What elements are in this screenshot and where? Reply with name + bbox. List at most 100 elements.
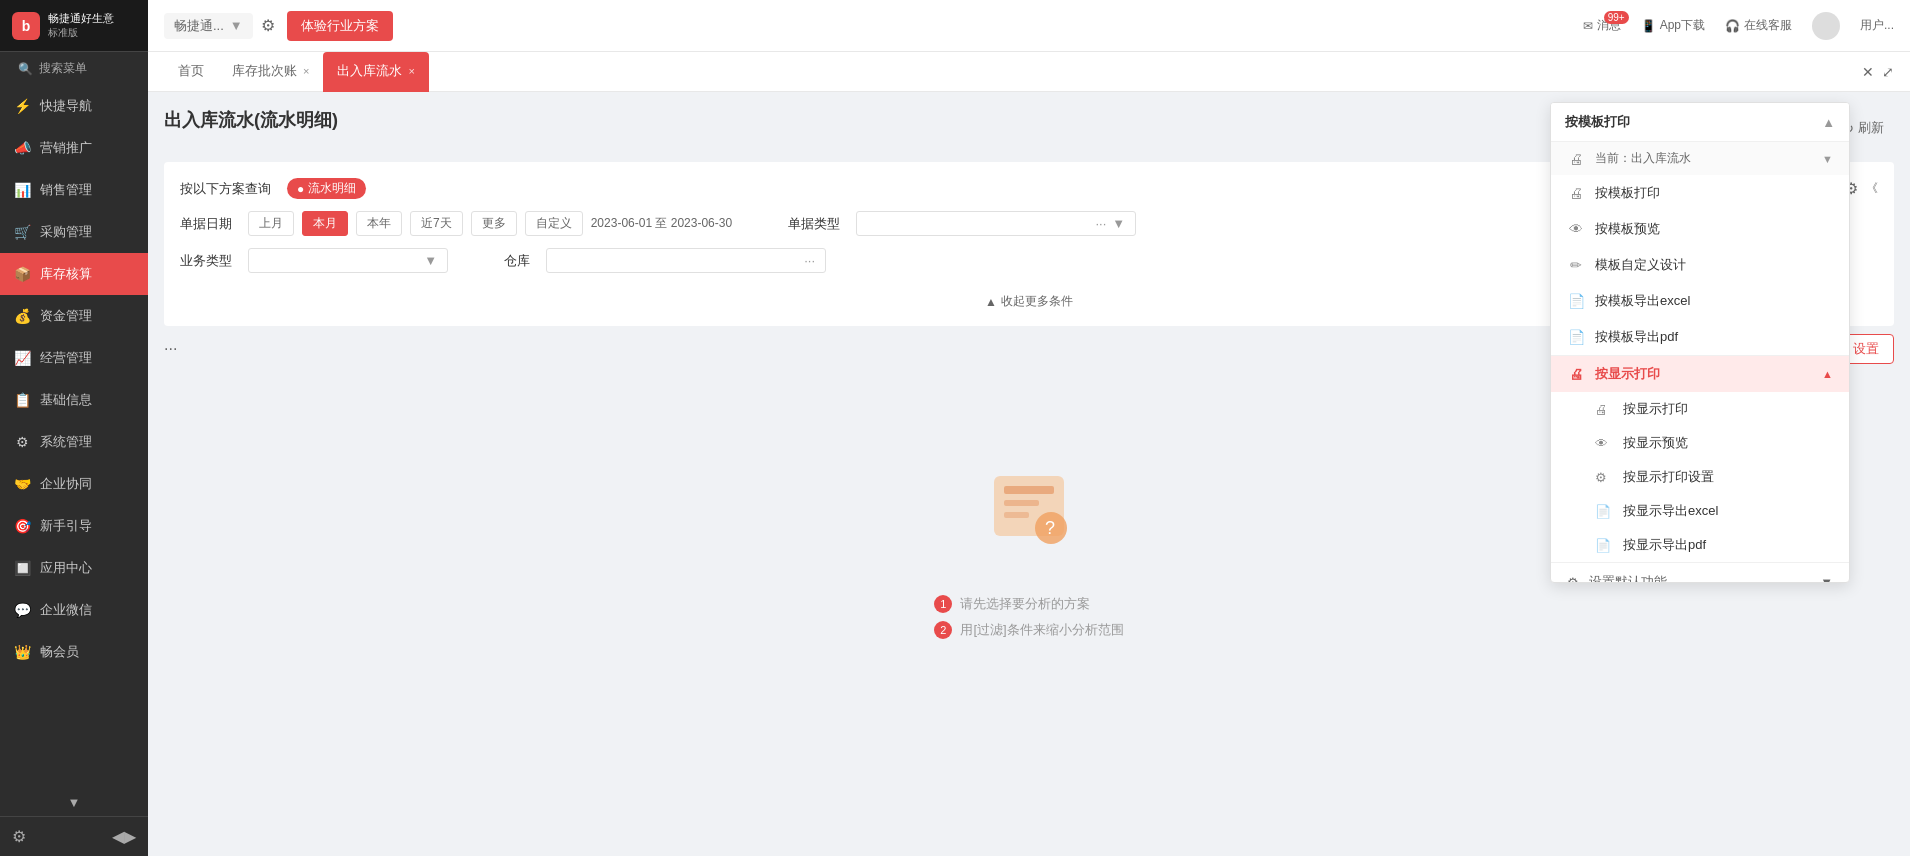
dropdown-default-function[interactable]: ⚙ 设置默认功能 ▼: [1551, 563, 1849, 582]
step-2-num: 2: [934, 621, 952, 639]
sidebar-item-vip[interactable]: 👑 畅会员: [0, 631, 148, 673]
business-type-field[interactable]: ▼: [248, 248, 448, 273]
sidebar-item-system[interactable]: ⚙ 系统管理: [0, 421, 148, 463]
dropdown-template-custom[interactable]: ✏ 模板自定义设计: [1551, 247, 1849, 283]
sales-icon: 📊: [12, 180, 32, 200]
page-title: 出入库流水(流水明细): [164, 108, 338, 132]
tab-maximize-icon[interactable]: ⤢: [1882, 64, 1894, 80]
tab-batch-account-close[interactable]: ×: [303, 65, 309, 77]
sidebar-item-marketing[interactable]: 📣 营销推广: [0, 127, 148, 169]
date-btn-this-year[interactable]: 本年: [356, 211, 402, 236]
dropdown-current-label: 当前：出入库流水: [1595, 150, 1691, 167]
sidebar-item-basic[interactable]: 📋 基础信息: [0, 379, 148, 421]
sidebar-item-quick-nav[interactable]: ⚡ 快捷导航: [0, 85, 148, 127]
sidebar-item-wechat[interactable]: 💬 企业微信: [0, 589, 148, 631]
dropdown-display-print-settings[interactable]: ⚙ 按显示打印设置: [1551, 460, 1849, 494]
current-item-arrow: ▼: [1822, 153, 1833, 165]
display-export-pdf-icon: 📄: [1595, 538, 1613, 553]
sidebar-scroll-down[interactable]: ▼: [0, 788, 148, 816]
step-2-label: 用[过滤]条件来缩小分析范围: [960, 617, 1123, 643]
tab-home[interactable]: 首页: [164, 52, 218, 92]
more-actions-dots[interactable]: ···: [164, 340, 177, 358]
tab-flow[interactable]: 出入库流水 ×: [323, 52, 428, 92]
sidebar-item-cooperation[interactable]: 🤝 企业协同: [0, 463, 148, 505]
topbar-left: 畅捷通... ▼ ⚙ 体验行业方案: [164, 11, 1583, 41]
system-icon: ⚙: [12, 432, 32, 452]
sidebar-item-operations[interactable]: 📈 经营管理: [0, 337, 148, 379]
sidebar-item-inventory[interactable]: 📦 库存核算: [0, 253, 148, 295]
settings-icon[interactable]: ⚙: [12, 827, 26, 846]
vip-label: 畅会员: [40, 643, 79, 661]
filter-label: 按以下方案查询: [180, 180, 271, 198]
dropdown-template-export-excel[interactable]: 📄 按模板导出excel: [1551, 283, 1849, 319]
tab-close-all-icon[interactable]: ✕: [1862, 64, 1874, 80]
template-export-excel-label: 按模板导出excel: [1595, 292, 1690, 310]
sidebar-logo: b 畅捷通好生意 标准版: [0, 0, 148, 52]
finance-icon: 💰: [12, 306, 32, 326]
vip-icon: 👑: [12, 642, 32, 662]
topbar-settings-icon[interactable]: ⚙: [261, 16, 275, 35]
doc-type-field[interactable]: ··· ▼: [856, 211, 1136, 236]
tab-home-label: 首页: [178, 62, 204, 80]
date-btn-last-7-days[interactable]: 近7天: [410, 211, 463, 236]
current-item-icon: 🖨: [1567, 151, 1585, 167]
dropdown-current-item[interactable]: 🖨 当前：出入库流水 ▼: [1551, 142, 1849, 175]
tab-batch-account[interactable]: 库存批次账 ×: [218, 52, 323, 92]
sidebar-bottom: ⚙ ◀▶: [0, 816, 148, 856]
dropdown-display-print[interactable]: 🖨 按显示打印: [1551, 392, 1849, 426]
dropdown-template-preview[interactable]: 👁 按模板预览: [1551, 211, 1849, 247]
sidebar-item-purchase[interactable]: 🛒 采购管理: [0, 211, 148, 253]
collapse-sidebar-icon[interactable]: ◀▶: [112, 827, 136, 846]
online-service-icon: 🎧: [1725, 19, 1740, 33]
date-btn-more[interactable]: 更多: [471, 211, 517, 236]
tabs-right: ✕ ⤢: [1862, 64, 1894, 80]
sidebar-item-sales[interactable]: 📊 销售管理: [0, 169, 148, 211]
purchase-icon: 🛒: [12, 222, 32, 242]
online-service-action[interactable]: 🎧 在线客服: [1725, 17, 1792, 34]
template-custom-label: 模板自定义设计: [1595, 256, 1686, 274]
dropdown-title: 按模板打印: [1565, 113, 1630, 131]
date-btn-this-month[interactable]: 本月: [302, 211, 348, 236]
collapse-button[interactable]: ▲ 收起更多条件: [985, 293, 1073, 310]
dropdown-scroll: 🖨 当前：出入库流水 ▼ 🖨 按模板打印 👁 按模板预览 ✏ 模板自定义设计 📄…: [1551, 142, 1849, 582]
quick-nav-label: 快捷导航: [40, 97, 92, 115]
doc-type-label: 单据类型: [788, 215, 840, 233]
inventory-label: 库存核算: [40, 265, 92, 283]
guide-label: 新手引导: [40, 517, 92, 535]
dropdown-display-export-pdf[interactable]: 📄 按显示导出pdf: [1551, 528, 1849, 562]
sales-label: 销售管理: [40, 181, 92, 199]
template-export-pdf-label: 按模板导出pdf: [1595, 328, 1678, 346]
empty-steps: 1 请先选择要分析的方案 2 用[过滤]条件来缩小分析范围: [934, 591, 1123, 643]
dropdown-template-export-pdf[interactable]: 📄 按模板导出pdf: [1551, 319, 1849, 355]
account-selector[interactable]: 畅捷通... ▼: [164, 13, 253, 39]
trial-button[interactable]: 体验行业方案: [287, 11, 393, 41]
display-print-icon: 🖨: [1595, 402, 1613, 417]
app-download-action[interactable]: 📱 App下载: [1641, 17, 1705, 34]
collapse-label: 收起更多条件: [1001, 293, 1073, 310]
app-download-icon: 📱: [1641, 19, 1656, 33]
tab-flow-close[interactable]: ×: [408, 65, 414, 77]
sidebar-item-app-center[interactable]: 🔲 应用中心: [0, 547, 148, 589]
dropdown-close-arrow[interactable]: ▲: [1822, 115, 1835, 130]
dropdown-display-section-header[interactable]: 🖨 按显示打印 ▲: [1551, 356, 1849, 392]
search-menu[interactable]: 🔍 搜索菜单: [0, 52, 148, 85]
purchase-label: 采购管理: [40, 223, 92, 241]
sidebar-item-finance[interactable]: 💰 资金管理: [0, 295, 148, 337]
warehouse-label: 仓库: [504, 252, 530, 270]
print-dropdown-panel: 按模板打印 ▲ 🖨 当前：出入库流水 ▼ 🖨 按模板打印 👁 按模板预览 ✏ 模…: [1550, 102, 1850, 583]
empty-step-1: 1 请先选择要分析的方案: [934, 591, 1123, 617]
message-action[interactable]: ✉ 消息 99+: [1583, 17, 1621, 34]
user-avatar[interactable]: [1812, 12, 1840, 40]
date-btn-last-month[interactable]: 上月: [248, 211, 294, 236]
warehouse-field[interactable]: ···: [546, 248, 826, 273]
display-section-arrow: ▲: [1822, 368, 1833, 380]
dropdown-display-export-excel[interactable]: 📄 按显示导出excel: [1551, 494, 1849, 528]
marketing-icon: 📣: [12, 138, 32, 158]
dropdown-display-preview[interactable]: 👁 按显示预览: [1551, 426, 1849, 460]
filter-expand-icon[interactable]: 《: [1866, 180, 1878, 197]
inventory-icon: 📦: [12, 264, 32, 284]
tabs-bar: 首页 库存批次账 × 出入库流水 × ✕ ⤢: [148, 52, 1910, 92]
date-btn-custom[interactable]: 自定义: [525, 211, 583, 236]
sidebar-item-guide[interactable]: 🎯 新手引导: [0, 505, 148, 547]
dropdown-template-print[interactable]: 🖨 按模板打印: [1551, 175, 1849, 211]
